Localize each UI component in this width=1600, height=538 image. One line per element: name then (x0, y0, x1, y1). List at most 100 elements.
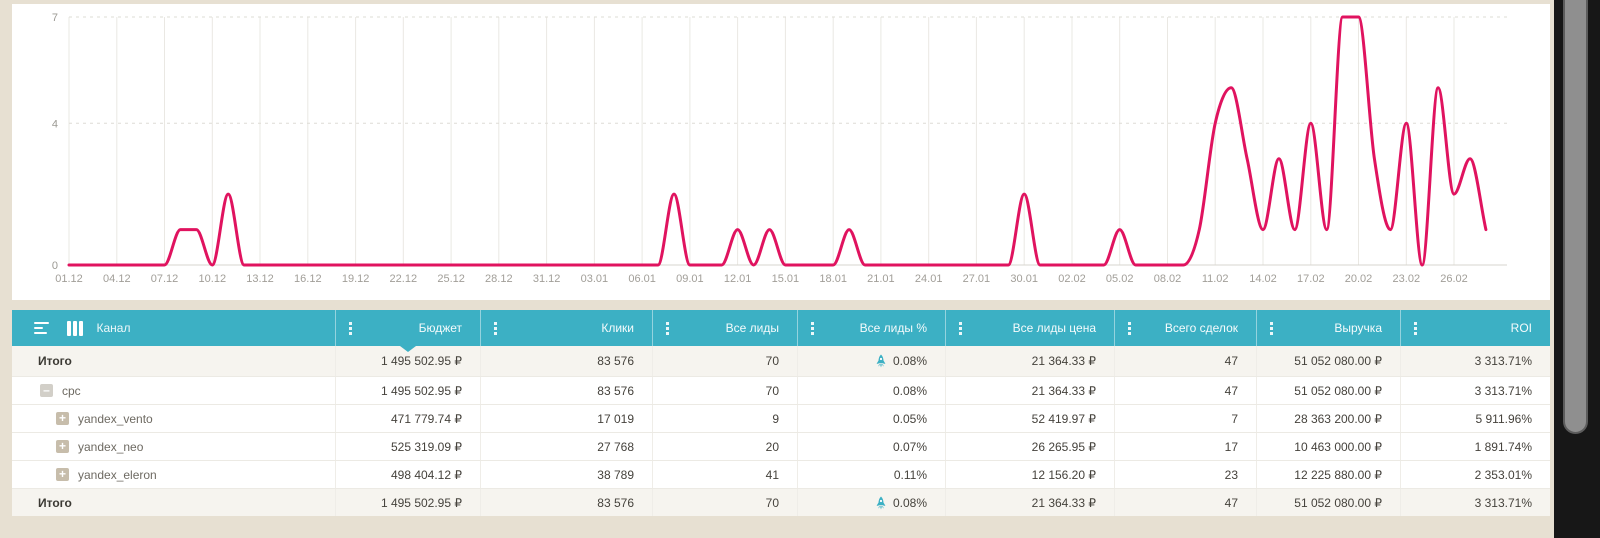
x-axis-label: 02.02 (1058, 273, 1086, 285)
header-label: Все лиды цена (1012, 321, 1096, 335)
header-leads[interactable]: Все лиды (652, 310, 797, 346)
cell-value: 0.08% (892, 495, 927, 510)
cell-value: 51 052 080.00 ₽ (1294, 383, 1382, 398)
cell-value: 0.11% (893, 467, 927, 482)
cell-leads: 70 (652, 377, 797, 404)
x-axis-label: 05.02 (1106, 273, 1134, 285)
cell-value: 12 225 880.00 ₽ (1294, 467, 1382, 482)
scrollbar-track[interactable] (1554, 0, 1600, 538)
cell-value: 9 (772, 411, 779, 426)
x-axis-label: 22.12 (390, 273, 418, 285)
column-menu-icon[interactable] (491, 318, 500, 339)
column-menu-icon[interactable] (956, 318, 965, 339)
cell-value: 83 576 (597, 495, 634, 510)
x-axis-label: 25.12 (437, 273, 465, 285)
channel-cell[interactable]: + yandex_neo (12, 433, 335, 460)
cell-revenue: 12 225 880.00 ₽ (1256, 461, 1400, 488)
x-axis-label: 10.12 (199, 273, 227, 285)
channel-cell[interactable]: + yandex_eleron (12, 461, 335, 488)
channel-cell[interactable]: – cpc (12, 377, 335, 404)
header-leads-pct[interactable]: Все лиды % (797, 310, 945, 346)
x-axis-label: 27.01 (963, 273, 991, 285)
column-menu-icon[interactable] (1411, 318, 1420, 339)
x-axis-label: 06.01 (628, 273, 656, 285)
cell-deals: 47 (1114, 346, 1256, 376)
collapse-icon[interactable]: – (40, 384, 53, 397)
cell-value: 1 495 502.95 ₽ (380, 383, 462, 398)
channel-name: Итого (38, 495, 72, 510)
column-menu-icon[interactable] (808, 318, 817, 339)
cell-lead-cost: 21 364.33 ₽ (945, 346, 1114, 376)
cell-roi: 3 313.71% (1400, 346, 1550, 376)
cell-lead-cost: 52 419.97 ₽ (945, 405, 1114, 432)
cell-value: 21 364.33 ₽ (1031, 383, 1096, 398)
header-lead-cost[interactable]: Все лиды цена (945, 310, 1114, 346)
cell-value: 17 019 (597, 411, 634, 426)
cell-value: 51 052 080.00 ₽ (1294, 354, 1382, 368)
column-menu-icon[interactable] (1125, 318, 1134, 339)
cell-value: 498 404.12 ₽ (390, 467, 462, 482)
x-axis-label: 09.01 (676, 273, 704, 285)
cell-value: 23 (1224, 467, 1238, 482)
cell-lead-cost: 21 364.33 ₽ (945, 489, 1114, 516)
cell-deals: 47 (1114, 377, 1256, 404)
sort-indicator (400, 346, 416, 352)
table-row: + yandex_neo 525 319.09 ₽ 27 768 20 0.07% 26 2… (12, 432, 1550, 460)
cell-leads-pct: 0.11% (797, 461, 945, 488)
cell-value: 0.07% (892, 439, 927, 454)
cell-leads-pct: 0.07% (797, 433, 945, 460)
expand-icon[interactable]: + (56, 468, 69, 481)
expand-icon[interactable]: + (56, 412, 69, 425)
header-revenue[interactable]: Выручка (1256, 310, 1400, 346)
channels-table: Канал Бюджет Клики Все лиды Все лиды % Все ли… (12, 310, 1550, 516)
column-menu-icon[interactable] (1267, 318, 1276, 339)
cell-roi: 1 891.74% (1400, 433, 1550, 460)
y-axis-label: 7 (52, 12, 58, 24)
header-deals[interactable]: Всего сделок (1114, 310, 1256, 346)
cell-value: 17 (1224, 439, 1238, 454)
channel-cell[interactable]: + yandex_vento (12, 405, 335, 432)
header-clicks[interactable]: Клики (480, 310, 652, 346)
cell-value: 52 419.97 ₽ (1031, 411, 1096, 426)
channel-name: cpc (62, 383, 81, 398)
x-axis-label: 12.01 (724, 273, 752, 285)
cell-roi: 3 313.71% (1400, 377, 1550, 404)
cell-value: 20 (765, 439, 779, 454)
cell-clicks: 83 576 (480, 489, 652, 516)
cell-value: 83 576 (597, 354, 634, 368)
cell-clicks: 83 576 (480, 346, 652, 376)
columns-icon[interactable] (67, 320, 83, 336)
cell-revenue: 51 052 080.00 ₽ (1256, 489, 1400, 516)
cell-value: 27 768 (597, 439, 634, 454)
x-axis-label: 24.01 (915, 273, 943, 285)
cell-leads: 70 (652, 346, 797, 376)
cell-value: 47 (1224, 383, 1238, 398)
cell-revenue: 51 052 080.00 ₽ (1256, 346, 1400, 376)
x-axis-label: 28.12 (485, 273, 513, 285)
table-body: Итого 1 495 502.95 ₽ 83 576 70 0.08% 21 364.3… (12, 346, 1550, 516)
cell-budget: 471 779.74 ₽ (335, 405, 480, 432)
cell-leads-pct: 0.05% (797, 405, 945, 432)
expand-icon[interactable]: + (56, 440, 69, 453)
column-menu-icon[interactable] (346, 318, 355, 339)
cell-deals: 7 (1114, 405, 1256, 432)
rocket-icon[interactable] (875, 496, 887, 510)
column-menu-icon[interactable] (663, 318, 672, 339)
cell-value: 7 (1231, 411, 1238, 426)
header-roi[interactable]: ROI (1400, 310, 1550, 346)
cell-value: 51 052 080.00 ₽ (1294, 495, 1382, 510)
table-header: Канал Бюджет Клики Все лиды Все лиды % Все ли… (12, 310, 1550, 352)
header-budget[interactable]: Бюджет (335, 310, 480, 352)
cell-deals: 47 (1114, 489, 1256, 516)
cell-value: 41 (765, 467, 779, 482)
x-axis-label: 30.01 (1010, 273, 1038, 285)
filter-icon[interactable] (34, 321, 49, 335)
cell-value: 70 (765, 495, 779, 510)
header-kanal[interactable]: Канал (12, 310, 335, 346)
cell-value: 1 495 502.95 ₽ (380, 354, 462, 368)
cell-leads-pct: 0.08% (797, 489, 945, 516)
rocket-icon[interactable] (875, 354, 887, 368)
cell-value: 0.08% (892, 383, 927, 398)
scrollbar-thumb[interactable] (1563, 0, 1588, 434)
cell-revenue: 28 363 200.00 ₽ (1256, 405, 1400, 432)
